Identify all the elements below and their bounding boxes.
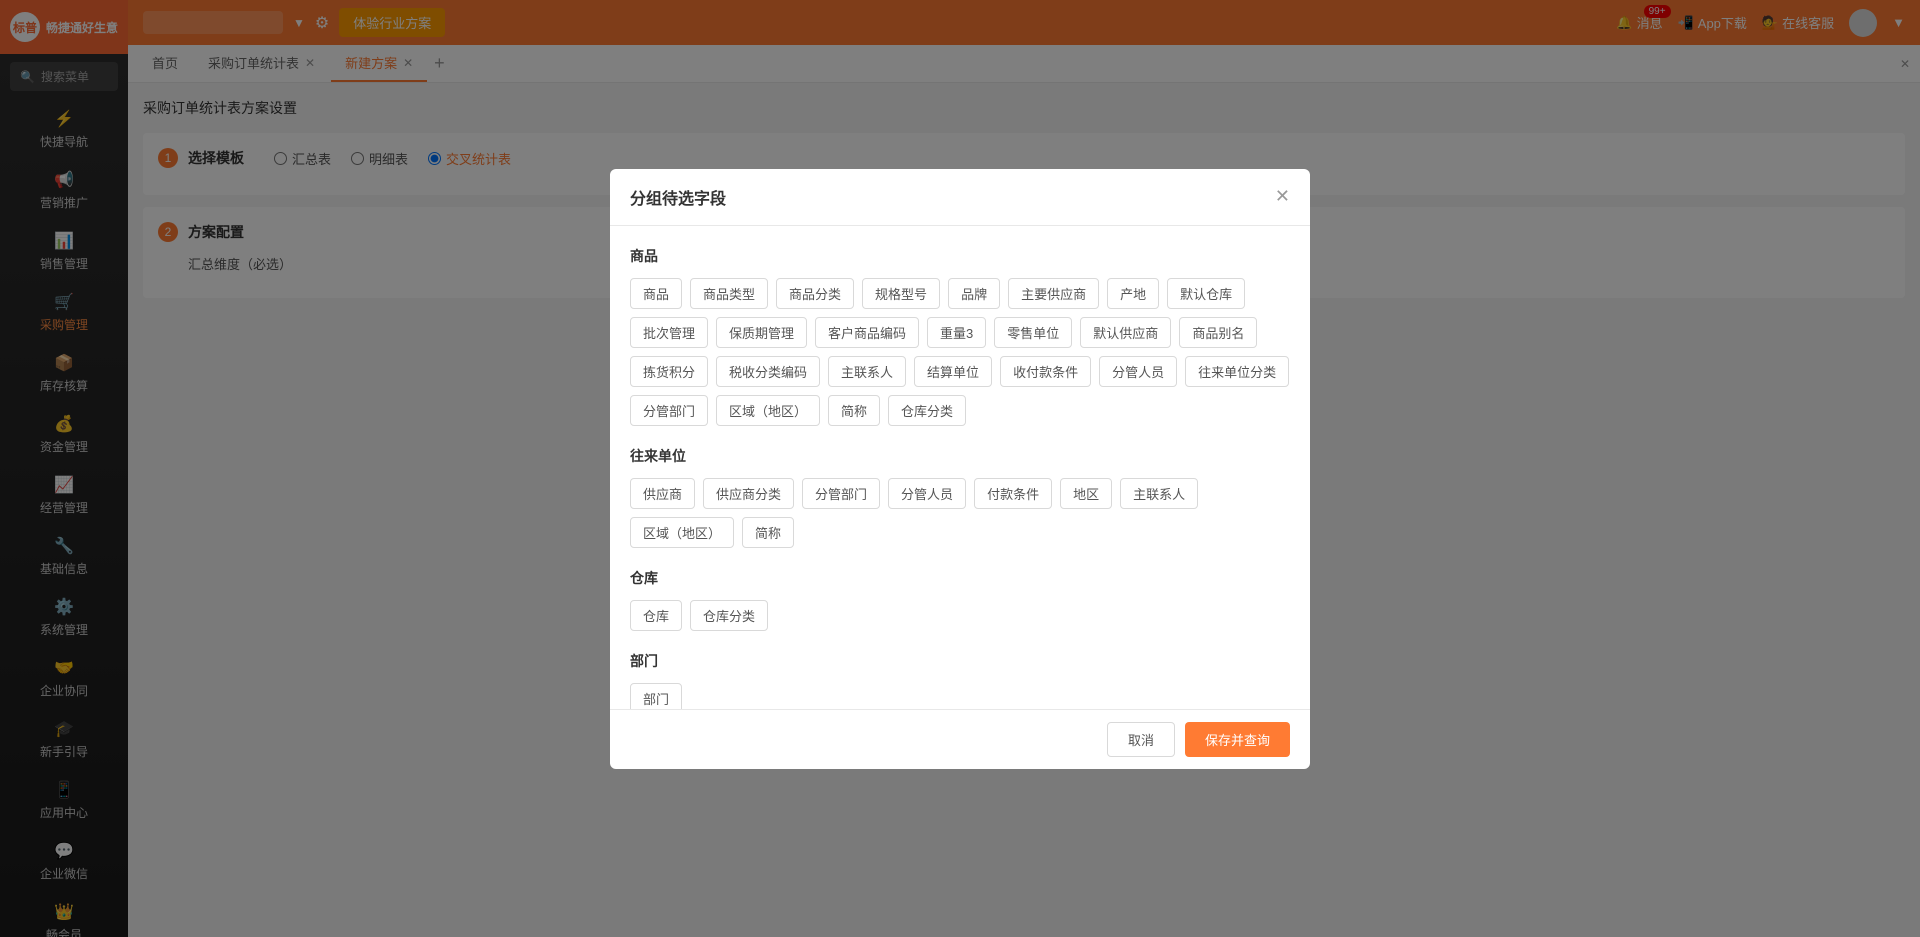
field-tag-shuishou-bianhao[interactable]: 税收分类编码 [716, 356, 820, 387]
field-tag-chandi[interactable]: 产地 [1107, 278, 1159, 309]
field-tag-kehu-bianhao[interactable]: 客户商品编码 [815, 317, 919, 348]
field-tag-fenguan-bumen2[interactable]: 分管部门 [802, 478, 880, 509]
warehouse-field-tags: 仓库 仓库分类 [630, 600, 1290, 631]
modal-title: 分组待选字段 [630, 185, 726, 209]
field-tag-jiesuandanwei[interactable]: 结算单位 [914, 356, 992, 387]
field-tag-zhongliang3[interactable]: 重量3 [927, 317, 986, 348]
field-tag-jiancheng[interactable]: 简称 [828, 395, 880, 426]
field-tag-cangku-fenlei[interactable]: 仓库分类 [690, 600, 768, 631]
field-tag-zhulianxiren2[interactable]: 主联系人 [1120, 478, 1198, 509]
field-tag-jiancheng2[interactable]: 简称 [742, 517, 794, 548]
modal-header: 分组待选字段 ✕ [610, 169, 1310, 226]
field-tag-cangku-fenlei2[interactable]: 仓库分类 [888, 395, 966, 426]
field-tag-zhuyao-gongyingshang[interactable]: 主要供应商 [1008, 278, 1099, 309]
field-tag-shangpin[interactable]: 商品 [630, 278, 682, 309]
field-tag-fukuan-tiaojian2[interactable]: 付款条件 [974, 478, 1052, 509]
product-section-title: 商品 [630, 246, 1290, 266]
field-tag-fukuan-tiaojian[interactable]: 收付款条件 [1000, 356, 1091, 387]
field-tag-baozhiqi-guanli[interactable]: 保质期管理 [716, 317, 807, 348]
cancel-button[interactable]: 取消 [1107, 722, 1175, 757]
department-field-tags: 部门 [630, 683, 1290, 709]
modal-close-button[interactable]: ✕ [1275, 186, 1290, 207]
field-tag-moren-gongyingshang[interactable]: 默认供应商 [1080, 317, 1171, 348]
field-tag-shangpin-leixing[interactable]: 商品类型 [690, 278, 768, 309]
field-tag-pinpai[interactable]: 品牌 [948, 278, 1000, 309]
field-tag-lingshoudanwei[interactable]: 零售单位 [994, 317, 1072, 348]
modal-dialog: 分组待选字段 ✕ 商品 商品 商品类型 商品分类 规格型号 品牌 主要供应商 产… [610, 169, 1310, 769]
product-field-tags: 商品 商品类型 商品分类 规格型号 品牌 主要供应商 产地 默认仓库 批次管理 … [630, 278, 1290, 426]
modal-footer: 取消 保存并查询 [610, 709, 1310, 769]
field-tag-gongyingshang-fenlei[interactable]: 供应商分类 [703, 478, 794, 509]
field-tag-gongyingshang[interactable]: 供应商 [630, 478, 695, 509]
field-tag-zhulianxiren[interactable]: 主联系人 [828, 356, 906, 387]
department-section-title: 部门 [630, 651, 1290, 671]
field-tag-diqu[interactable]: 地区 [1060, 478, 1112, 509]
field-tag-fenguan-bumen[interactable]: 分管部门 [630, 395, 708, 426]
field-tag-tihuo-jifen[interactable]: 拣货积分 [630, 356, 708, 387]
field-tag-cangku[interactable]: 仓库 [630, 600, 682, 631]
field-tag-bumen[interactable]: 部门 [630, 683, 682, 709]
field-tag-shangpin-bieming[interactable]: 商品别名 [1179, 317, 1257, 348]
confirm-button[interactable]: 保存并查询 [1185, 722, 1290, 757]
field-tag-moren-cangku[interactable]: 默认仓库 [1167, 278, 1245, 309]
field-tag-quyu-diqu2[interactable]: 区域（地区） [630, 517, 734, 548]
field-section-department: 部门 部门 [630, 651, 1290, 709]
field-tag-guige-xinghao[interactable]: 规格型号 [862, 278, 940, 309]
partner-field-tags: 供应商 供应商分类 分管部门 分管人员 付款条件 地区 主联系人 区域（地区） … [630, 478, 1290, 548]
warehouse-section-title: 仓库 [630, 568, 1290, 588]
field-section-partner: 往来单位 供应商 供应商分类 分管部门 分管人员 付款条件 地区 主联系人 区域… [630, 446, 1290, 548]
field-section-warehouse: 仓库 仓库 仓库分类 [630, 568, 1290, 631]
field-tag-pici-guanli[interactable]: 批次管理 [630, 317, 708, 348]
partner-section-title: 往来单位 [630, 446, 1290, 466]
field-tag-shangpin-fenlei[interactable]: 商品分类 [776, 278, 854, 309]
field-section-product: 商品 商品 商品类型 商品分类 规格型号 品牌 主要供应商 产地 默认仓库 批次… [630, 246, 1290, 426]
modal-body[interactable]: 商品 商品 商品类型 商品分类 规格型号 品牌 主要供应商 产地 默认仓库 批次… [610, 226, 1310, 709]
field-tag-quyu-diqu[interactable]: 区域（地区） [716, 395, 820, 426]
field-tag-fenguan-renyuan2[interactable]: 分管人员 [888, 478, 966, 509]
field-tag-wanglai-fenlei[interactable]: 往来单位分类 [1185, 356, 1289, 387]
field-tag-fenguan-renyuan[interactable]: 分管人员 [1099, 356, 1177, 387]
